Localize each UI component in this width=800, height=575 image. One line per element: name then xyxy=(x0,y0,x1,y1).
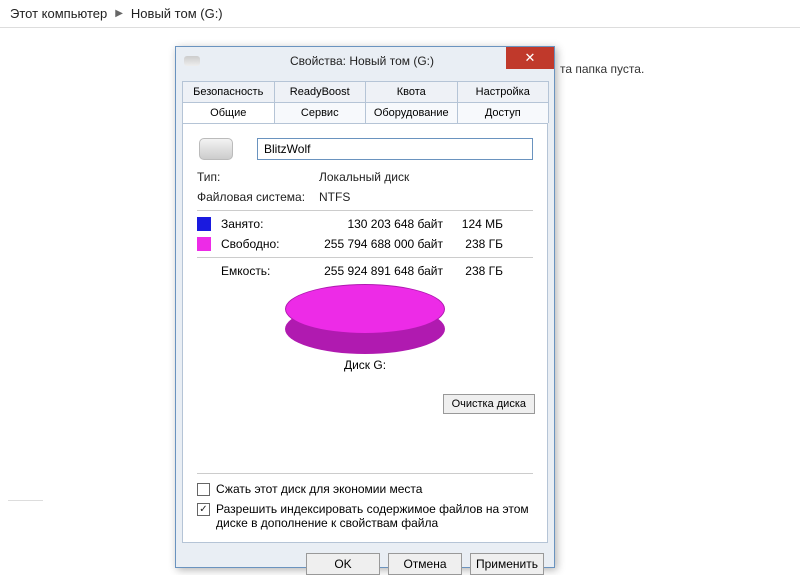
dialog-title: Свойства: Новый том (G:) xyxy=(210,54,554,68)
tab-sharing[interactable]: Доступ xyxy=(457,102,550,123)
tab-panel-general: BlitzWolf Тип: Локальный диск Файловая с… xyxy=(182,123,548,543)
fs-value: NTFS xyxy=(319,190,350,204)
used-bytes: 130 203 648 байт xyxy=(313,217,453,231)
tab-readyboost[interactable]: ReadyBoost xyxy=(274,81,367,102)
index-label: Разрешить индексировать содержимое файло… xyxy=(216,502,533,530)
chevron-right-icon: ▶ xyxy=(115,8,123,19)
tab-row-front: Общие Сервис Оборудование Доступ xyxy=(182,102,548,123)
properties-dialog: Свойства: Новый том (G:) ✕ Безопасность … xyxy=(175,46,555,568)
used-row: Занято: 130 203 648 байт 124 МБ xyxy=(197,217,533,231)
tab-quota[interactable]: Квота xyxy=(365,81,458,102)
cap-bytes: 255 924 891 648 байт xyxy=(313,264,453,278)
cap-gb: 238 ГБ xyxy=(453,264,503,278)
harddrive-icon xyxy=(199,138,233,160)
free-gb: 238 ГБ xyxy=(453,237,503,251)
index-checkbox[interactable] xyxy=(197,503,210,516)
tab-service[interactable]: Сервис xyxy=(274,102,367,123)
free-bytes: 255 794 688 000 байт xyxy=(313,237,453,251)
ok-button[interactable]: OK xyxy=(306,553,380,575)
tab-security[interactable]: Безопасность xyxy=(182,81,275,102)
dialog-buttons: OK Отмена Применить xyxy=(176,543,554,575)
breadcrumb-current[interactable]: Новый том (G:) xyxy=(131,6,223,21)
tab-hardware[interactable]: Оборудование xyxy=(365,102,458,123)
disk-cleanup-button[interactable]: Очистка диска xyxy=(443,394,535,414)
compress-label: Сжать этот диск для экономии места xyxy=(216,482,422,496)
used-gb: 124 МБ xyxy=(453,217,503,231)
disk-label: Диск G: xyxy=(344,358,386,372)
titlebar[interactable]: Свойства: Новый том (G:) ✕ xyxy=(176,47,554,75)
sidebar-fragment xyxy=(8,500,43,520)
type-label: Тип: xyxy=(197,170,319,184)
pie-chart: Диск G: xyxy=(197,284,533,372)
tab-general[interactable]: Общие xyxy=(182,102,275,123)
fs-label: Файловая система: xyxy=(197,190,319,204)
volume-name-input[interactable]: BlitzWolf xyxy=(257,138,533,160)
breadcrumb: Этот компьютер ▶ Новый том (G:) xyxy=(0,0,800,28)
type-value: Локальный диск xyxy=(319,170,409,184)
apply-button[interactable]: Применить xyxy=(470,553,544,575)
free-swatch-icon xyxy=(197,237,211,251)
free-row: Свободно: 255 794 688 000 байт 238 ГБ xyxy=(197,237,533,251)
folder-empty-hint: та папка пуста. xyxy=(560,62,644,76)
tab-row-back: Безопасность ReadyBoost Квота Настройка xyxy=(182,81,548,102)
close-button[interactable]: ✕ xyxy=(506,47,554,69)
used-swatch-icon xyxy=(197,217,211,231)
compress-checkbox[interactable] xyxy=(197,483,210,496)
capacity-row: Емкость: 255 924 891 648 байт 238 ГБ xyxy=(197,264,533,278)
drive-icon xyxy=(184,56,200,66)
cancel-button[interactable]: Отмена xyxy=(388,553,462,575)
breadcrumb-root[interactable]: Этот компьютер ▶ xyxy=(10,6,123,21)
tab-settings[interactable]: Настройка xyxy=(457,81,550,102)
